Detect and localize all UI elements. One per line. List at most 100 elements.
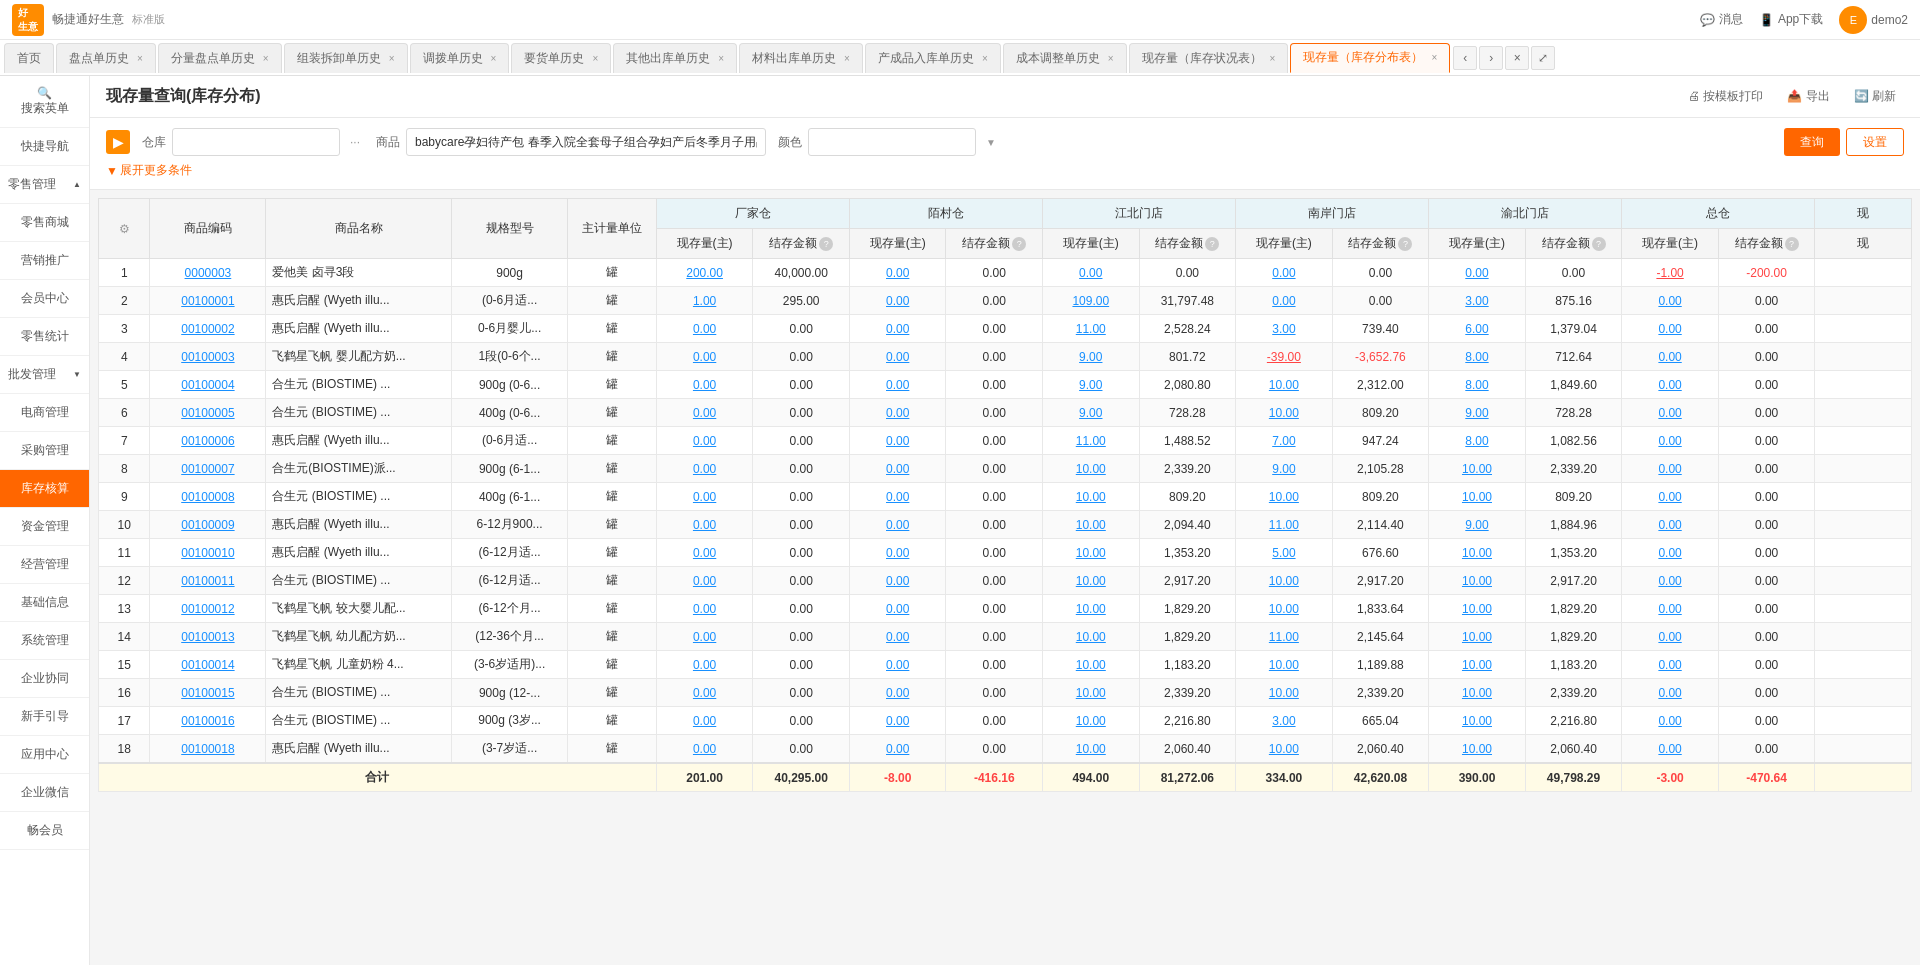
cell-yb-stock[interactable]: 10.00 xyxy=(1429,651,1526,679)
tab-9[interactable]: 成本调整单历史 × xyxy=(1003,43,1127,73)
sidebar-item-shortcuts[interactable]: 快捷导航 xyxy=(0,128,89,166)
cell-yb-stock[interactable]: 10.00 xyxy=(1429,595,1526,623)
cell-total-stock[interactable]: 0.00 xyxy=(1622,707,1719,735)
tab-next-btn[interactable]: › xyxy=(1479,46,1503,70)
cell-jb-stock[interactable]: 9.00 xyxy=(1043,399,1140,427)
cell-total-stock[interactable]: 0.00 xyxy=(1622,539,1719,567)
tab-1[interactable]: 盘点单历史 × xyxy=(56,43,156,73)
tab-9-close[interactable]: × xyxy=(1108,53,1114,64)
cell-cj-stock[interactable]: 1.00 xyxy=(656,287,753,315)
sidebar-item-search[interactable]: 🔍 搜索英单 xyxy=(0,76,89,128)
cell-jb-stock[interactable]: 10.00 xyxy=(1043,595,1140,623)
tab-3-close[interactable]: × xyxy=(389,53,395,64)
refresh-btn[interactable]: 🔄 刷新 xyxy=(1846,84,1904,109)
cell-code[interactable]: 00100007 xyxy=(150,455,266,483)
tab-6-close[interactable]: × xyxy=(718,53,724,64)
cell-na-stock[interactable]: 5.00 xyxy=(1236,539,1333,567)
cell-yb-stock[interactable]: 10.00 xyxy=(1429,567,1526,595)
sidebar-item-retail[interactable]: 零售管理 ▲ xyxy=(0,166,89,204)
settings-icon[interactable]: ⚙ xyxy=(115,220,133,238)
cell-yb-stock[interactable]: 10.00 xyxy=(1429,539,1526,567)
cell-mc-stock[interactable]: 0.00 xyxy=(849,567,946,595)
tab-maximize-btn[interactable]: ⤢ xyxy=(1531,46,1555,70)
cell-yb-stock[interactable]: 10.00 xyxy=(1429,623,1526,651)
cell-mc-stock[interactable]: 0.00 xyxy=(849,707,946,735)
cell-jb-stock[interactable]: 10.00 xyxy=(1043,539,1140,567)
cell-total-stock[interactable]: 0.00 xyxy=(1622,679,1719,707)
cell-total-stock[interactable]: 0.00 xyxy=(1622,427,1719,455)
cell-jb-stock[interactable]: 10.00 xyxy=(1043,735,1140,764)
warehouse-input[interactable] xyxy=(172,128,340,156)
cell-jb-stock[interactable]: 9.00 xyxy=(1043,371,1140,399)
sidebar-item-retailstore[interactable]: 零售商城 xyxy=(0,204,89,242)
cell-code[interactable]: 00100016 xyxy=(150,707,266,735)
tab-4-close[interactable]: × xyxy=(491,53,497,64)
tab-7-close[interactable]: × xyxy=(844,53,850,64)
cell-code[interactable]: 0000003 xyxy=(150,259,266,287)
tab-prev-btn[interactable]: ‹ xyxy=(1453,46,1477,70)
mc-amount-info-icon[interactable]: ? xyxy=(1012,237,1026,251)
cell-na-stock[interactable]: 0.00 xyxy=(1236,259,1333,287)
cell-na-stock[interactable]: 0.00 xyxy=(1236,287,1333,315)
cell-code[interactable]: 00100006 xyxy=(150,427,266,455)
cell-na-stock[interactable]: 3.00 xyxy=(1236,315,1333,343)
cell-code[interactable]: 00100018 xyxy=(150,735,266,764)
sidebar-item-wechat[interactable]: 企业微信 xyxy=(0,774,89,812)
expand-more-btn[interactable]: ▼ 展开更多条件 xyxy=(106,162,1904,179)
cell-yb-stock[interactable]: 9.00 xyxy=(1429,399,1526,427)
cell-mc-stock[interactable]: 0.00 xyxy=(849,399,946,427)
cell-total-stock[interactable]: 0.00 xyxy=(1622,315,1719,343)
cell-code[interactable]: 00100011 xyxy=(150,567,266,595)
cell-mc-stock[interactable]: 0.00 xyxy=(849,595,946,623)
cell-yb-stock[interactable]: 10.00 xyxy=(1429,707,1526,735)
cell-jb-stock[interactable]: 10.00 xyxy=(1043,707,1140,735)
cell-yb-stock[interactable]: 8.00 xyxy=(1429,427,1526,455)
cell-total-stock[interactable]: 0.00 xyxy=(1622,399,1719,427)
cell-mc-stock[interactable]: 0.00 xyxy=(849,455,946,483)
cell-total-stock[interactable]: 0.00 xyxy=(1622,623,1719,651)
cell-cj-stock[interactable]: 0.00 xyxy=(656,735,753,764)
sidebar-item-enterprise[interactable]: 企业协同 xyxy=(0,660,89,698)
sidebar-item-vip[interactable]: 畅会员 xyxy=(0,812,89,850)
cell-mc-stock[interactable]: 0.00 xyxy=(849,343,946,371)
cell-cj-stock[interactable]: 0.00 xyxy=(656,707,753,735)
color-input[interactable] xyxy=(808,128,976,156)
cell-jb-stock[interactable]: 0.00 xyxy=(1043,259,1140,287)
cell-na-stock[interactable]: 10.00 xyxy=(1236,399,1333,427)
jb-amount-info-icon[interactable]: ? xyxy=(1205,237,1219,251)
cell-jb-stock[interactable]: 9.00 xyxy=(1043,343,1140,371)
total-amount-info-icon[interactable]: ? xyxy=(1785,237,1799,251)
cell-mc-stock[interactable]: 0.00 xyxy=(849,651,946,679)
cell-cj-stock[interactable]: 0.00 xyxy=(656,511,753,539)
cell-cj-stock[interactable]: 0.00 xyxy=(656,679,753,707)
cell-code[interactable]: 00100009 xyxy=(150,511,266,539)
cell-yb-stock[interactable]: 10.00 xyxy=(1429,455,1526,483)
cell-code[interactable]: 00100005 xyxy=(150,399,266,427)
cell-cj-stock[interactable]: 0.00 xyxy=(656,651,753,679)
cell-na-stock[interactable]: 10.00 xyxy=(1236,595,1333,623)
cell-total-stock[interactable]: 0.00 xyxy=(1622,343,1719,371)
cell-code[interactable]: 00100012 xyxy=(150,595,266,623)
cell-total-stock[interactable]: 0.00 xyxy=(1622,651,1719,679)
sidebar-item-system[interactable]: 系统管理 xyxy=(0,622,89,660)
cell-na-stock[interactable]: -39.00 xyxy=(1236,343,1333,371)
cell-yb-stock[interactable]: 10.00 xyxy=(1429,735,1526,764)
sidebar-item-retailstats[interactable]: 零售统计 xyxy=(0,318,89,356)
cell-cj-stock[interactable]: 0.00 xyxy=(656,343,753,371)
cell-cj-stock[interactable]: 0.00 xyxy=(656,427,753,455)
cell-mc-stock[interactable]: 0.00 xyxy=(849,371,946,399)
tab-8[interactable]: 产成品入库单历史 × xyxy=(865,43,1001,73)
cell-cj-stock[interactable]: 0.00 xyxy=(656,455,753,483)
tab-11[interactable]: 现存量（库存分布表） × xyxy=(1290,43,1450,73)
tab-4[interactable]: 调拨单历史 × xyxy=(410,43,510,73)
cell-mc-stock[interactable]: 0.00 xyxy=(849,511,946,539)
cell-yb-stock[interactable]: 8.00 xyxy=(1429,343,1526,371)
cell-na-stock[interactable]: 9.00 xyxy=(1236,455,1333,483)
th-settings[interactable]: ⚙ xyxy=(99,199,150,259)
cell-na-stock[interactable]: 10.00 xyxy=(1236,567,1333,595)
cell-code[interactable]: 00100010 xyxy=(150,539,266,567)
cell-mc-stock[interactable]: 0.00 xyxy=(849,287,946,315)
setting-btn[interactable]: 设置 xyxy=(1846,128,1904,156)
cell-cj-stock[interactable]: 0.00 xyxy=(656,595,753,623)
print-btn[interactable]: 🖨 按模板打印 xyxy=(1680,84,1771,109)
